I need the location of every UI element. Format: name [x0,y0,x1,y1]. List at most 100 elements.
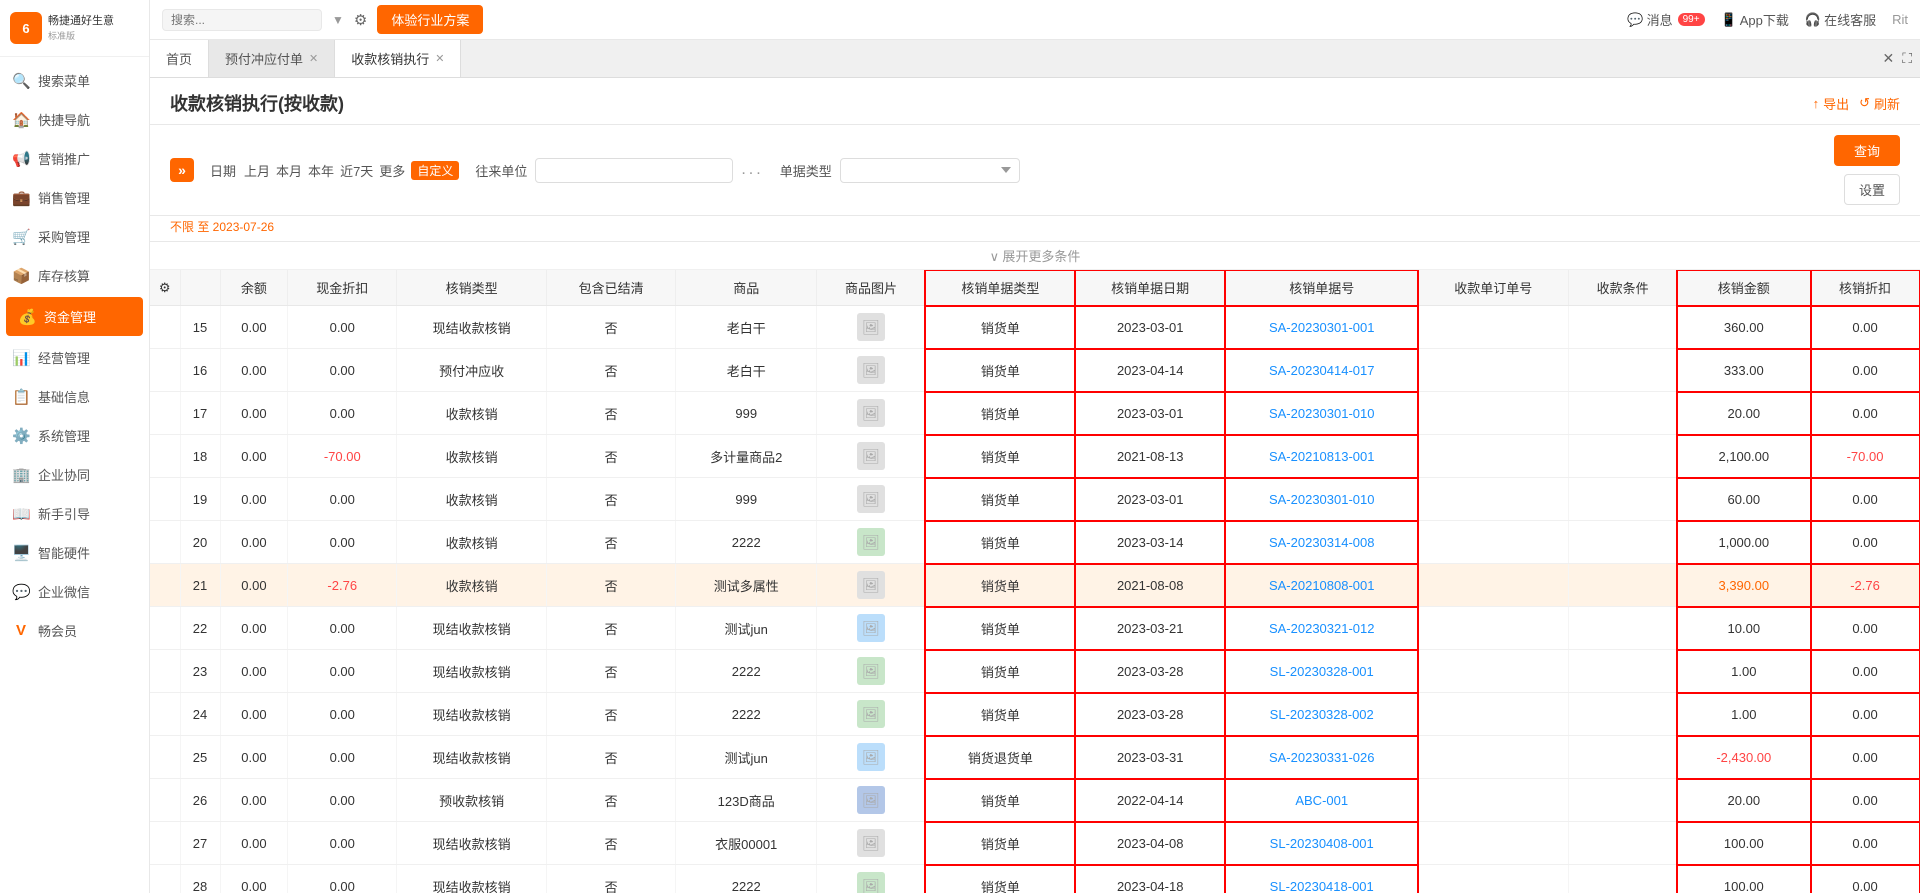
cell-verify-doc-type: 销货单 [925,306,1075,349]
cell-gear [150,478,180,521]
sidebar-item-guide[interactable]: 📖 新手引导 [0,494,149,533]
tab-prepay-close-icon[interactable]: ✕ [309,52,318,65]
cell-num: 18 [180,435,220,478]
table-row[interactable]: 16 0.00 0.00 预付冲应收 否 老白干 🖼 销货单 2023-04-1… [150,349,1920,392]
app-download-btn[interactable]: 📱 App下载 [1721,10,1789,29]
table-row[interactable]: 24 0.00 0.00 现结收款核销 否 2222 🖼 销货单 2023-03… [150,693,1920,736]
refresh-btn[interactable]: ↺ 刷新 [1859,94,1900,113]
sidebar-item-inventory[interactable]: 📦 库存核算 [0,256,149,295]
tab-receipt-verify[interactable]: 收款核销执行 ✕ [335,40,461,77]
cell-verify-doc-type: 销货单 [925,435,1075,478]
sidebar-item-operations[interactable]: 📊 经营管理 [0,338,149,377]
table-row[interactable]: 21 0.00 -2.76 收款核销 否 测试多属性 🖼 销货单 2021-08… [150,564,1920,607]
table-row[interactable]: 25 0.00 0.00 现结收款核销 否 测试jun 🖼 销货退货单 2023… [150,736,1920,779]
cell-cash-discount: -2.76 [288,564,397,607]
table-row[interactable]: 19 0.00 0.00 收款核销 否 999 🖼 销货单 2023-03-01… [150,478,1920,521]
table-row[interactable]: 17 0.00 0.00 收款核销 否 999 🖼 销货单 2023-03-01… [150,392,1920,435]
col-verify-discount: 核销折扣 [1811,270,1920,306]
table-row[interactable]: 23 0.00 0.00 现结收款核销 否 2222 🖼 销货单 2023-03… [150,650,1920,693]
cell-verify-discount: 0.00 [1811,392,1920,435]
table-row[interactable]: 26 0.00 0.00 预收款核销 否 123D商品 🖼 销货单 2022-0… [150,779,1920,822]
cell-verify-amount: 1,000.00 [1677,521,1811,564]
table-row[interactable]: 20 0.00 0.00 收款核销 否 2222 🖼 销货单 2023-03-1… [150,521,1920,564]
sidebar-item-wechat[interactable]: 💬 企业微信 [0,572,149,611]
cell-balance: 0.00 [220,435,288,478]
cell-verify-doc-date: 2021-08-13 [1075,435,1225,478]
sidebar-label-wechat: 企业微信 [38,582,90,601]
table-row[interactable]: 22 0.00 0.00 现结收款核销 否 测试jun 🖼 销货单 2023-0… [150,607,1920,650]
close-window-icon[interactable]: ✕ [1882,50,1894,67]
tab-prepay[interactable]: 预付冲应付单 ✕ [209,40,335,77]
date-last-month[interactable]: 上月 [244,161,270,180]
date-this-month[interactable]: 本月 [276,161,302,180]
cell-verify-doc-date: 2023-03-01 [1075,392,1225,435]
sidebar-item-search[interactable]: 🔍 搜索菜单 [0,61,149,100]
user-name[interactable]: Rit [1892,12,1908,27]
cell-verify-doc-type: 销货单 [925,650,1075,693]
sidebar-item-quick-nav[interactable]: 🏠 快捷导航 [0,100,149,139]
cell-receipt-condition [1568,779,1677,822]
query-btn[interactable]: 查询 [1834,135,1900,166]
sidebar-item-system[interactable]: ⚙️ 系统管理 [0,416,149,455]
date-more[interactable]: 更多 [379,161,405,180]
cell-gear [150,564,180,607]
sidebar-item-smart-hw[interactable]: 🖥️ 智能硬件 [0,533,149,572]
settings-icon[interactable]: ⚙ [354,11,367,29]
sidebar-item-sales[interactable]: 💼 销售管理 [0,178,149,217]
filter-toggle-btn[interactable]: » [170,158,194,182]
table-row[interactable]: 28 0.00 0.00 现结收款核销 否 2222 🖼 销货单 2023-04… [150,865,1920,893]
online-service-btn[interactable]: 🎧 在线客服 [1805,10,1876,29]
filter-date-group: 日期 上月 本月 本年 近7天 更多 自定义 [210,161,459,180]
tab-home[interactable]: 首页 [150,40,209,77]
cell-goods-img: 🖼 [817,564,926,607]
col-gear[interactable]: ⚙ [150,270,180,306]
table-row[interactable]: 15 0.00 0.00 现结收款核销 否 老白干 🖼 销货单 2023-03-… [150,306,1920,349]
cell-verify-doc-type: 销货单 [925,478,1075,521]
date-custom-btn[interactable]: 自定义 [411,161,459,180]
cell-gear [150,650,180,693]
cell-verify-type: 现结收款核销 [397,736,547,779]
cell-gear [150,349,180,392]
expand-more-btn[interactable]: ∨ 展开更多条件 [990,250,1081,264]
cell-verify-doc-no: SA-20230301-001 [1225,306,1418,349]
search-icon: 🔍 [12,72,30,90]
sidebar-item-basic-info[interactable]: 📋 基础信息 [0,377,149,416]
date-this-year[interactable]: 本年 [308,161,334,180]
col-num [180,270,220,306]
cell-verify-type: 现结收款核销 [397,693,547,736]
main-area: ▼ ⚙ 体验行业方案 💬 消息 99+ 📱 App下载 🎧 在线客服 Rit 首… [150,0,1920,893]
partner-input[interactable] [535,158,733,183]
cell-receipt-condition [1568,392,1677,435]
cell-goods: 2222 [676,865,817,893]
message-btn[interactable]: 💬 消息 99+ [1627,10,1704,29]
col-verify-amount: 核销金额 [1677,270,1811,306]
cell-included-cleared: 否 [547,435,676,478]
cell-included-cleared: 否 [547,865,676,893]
cell-receipt-condition [1568,478,1677,521]
tab-bar: 首页 预付冲应付单 ✕ 收款核销执行 ✕ ✕ ⛶ [150,40,1920,78]
voucher-type-select[interactable] [840,158,1020,183]
sidebar-item-vip[interactable]: V 畅会员 [0,611,149,650]
cell-balance: 0.00 [220,392,288,435]
cell-verify-doc-date: 2023-04-18 [1075,865,1225,893]
maximize-icon[interactable]: ⛶ [1902,50,1912,67]
sidebar-item-enterprise[interactable]: 🏢 企业协同 [0,455,149,494]
export-btn[interactable]: ↑ 导出 [1813,94,1850,113]
sidebar-item-purchase[interactable]: 🛒 采购管理 [0,217,149,256]
partner-dots[interactable]: ... [741,161,763,179]
settings-btn[interactable]: 设置 [1844,174,1900,205]
topbar-search-input[interactable] [162,9,322,31]
sidebar-item-finance[interactable]: 💰 资金管理 [6,297,143,336]
cell-balance: 0.00 [220,736,288,779]
sidebar-item-marketing[interactable]: 📢 营销推广 [0,139,149,178]
table-row[interactable]: 27 0.00 0.00 现结收款核销 否 衣服00001 🖼 销货单 2023… [150,822,1920,865]
cell-verify-amount: 20.00 [1677,392,1811,435]
trial-btn[interactable]: 体验行业方案 [377,5,483,34]
cell-verify-discount: 0.00 [1811,736,1920,779]
date-7days[interactable]: 近7天 [340,161,373,180]
cell-cash-discount: 0.00 [288,607,397,650]
tab-receipt-verify-close-icon[interactable]: ✕ [435,52,444,65]
table-row[interactable]: 18 0.00 -70.00 收款核销 否 多计量商品2 🖼 销货单 2021-… [150,435,1920,478]
cell-num: 17 [180,392,220,435]
cell-verify-doc-type: 销货退货单 [925,736,1075,779]
